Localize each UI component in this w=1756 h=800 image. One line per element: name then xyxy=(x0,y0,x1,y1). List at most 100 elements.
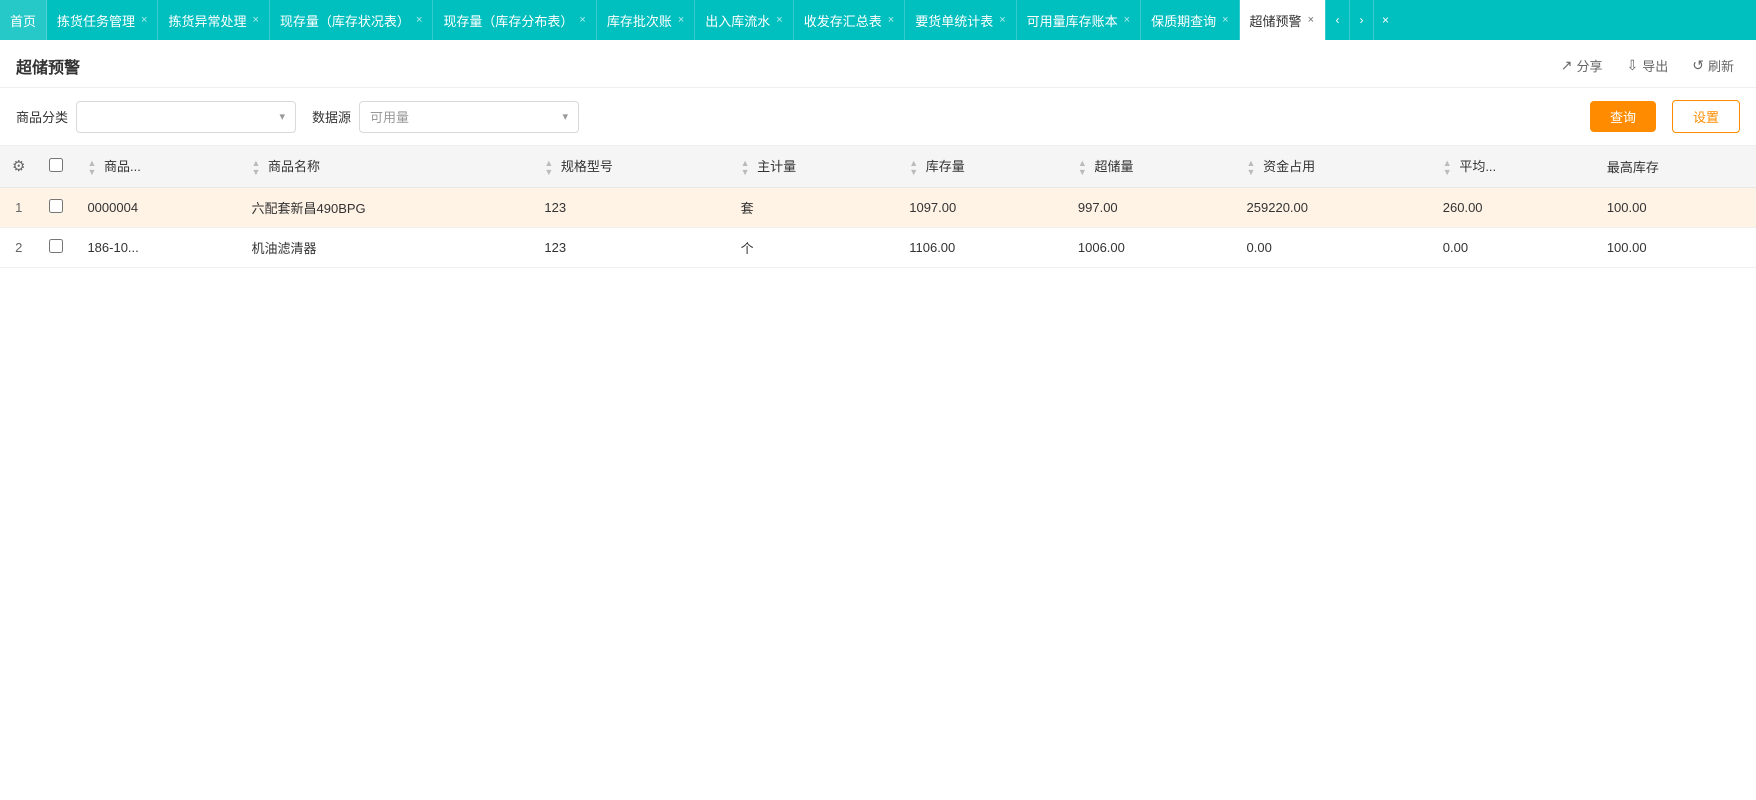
row-capital-1: 0.00 xyxy=(1235,227,1431,267)
nav-tab-8-close[interactable]: × xyxy=(999,14,1005,26)
set-button[interactable]: 设置 xyxy=(1672,100,1740,133)
row-checkbox-0[interactable] xyxy=(49,199,63,213)
nav-tab-home[interactable]: 首页 xyxy=(0,0,47,40)
th-overstock-label: 超储量 xyxy=(1094,159,1133,174)
th-overstock[interactable]: ▲▼ 超储量 xyxy=(1066,146,1235,187)
category-filter-group: 商品分类 ▾ xyxy=(16,101,296,133)
select-all-checkbox[interactable] xyxy=(49,158,63,172)
top-nav: 首页 拣货任务管理 × 拣货异常处理 × 现存量（库存状况表） × 现存量（库存… xyxy=(0,0,1756,40)
nav-tab-5[interactable]: 库存批次账 × xyxy=(597,0,695,40)
nav-tab-4-label: 现存量（库存分布表） xyxy=(443,11,573,30)
nav-tab-3-close[interactable]: × xyxy=(416,14,422,26)
nav-tab-4[interactable]: 现存量（库存分布表） × xyxy=(433,0,596,40)
th-spec[interactable]: ▲▼ 规格型号 xyxy=(532,146,728,187)
nav-prev-arrow[interactable]: ‹ xyxy=(1325,0,1349,40)
nav-tab-6-close[interactable]: × xyxy=(776,14,782,26)
avg-sort-icon: ▲▼ xyxy=(1443,159,1452,177)
nav-tab-home-label: 首页 xyxy=(10,11,36,30)
row-code-0: 0000004 xyxy=(75,187,239,227)
refresh-icon: ↺ xyxy=(1692,57,1704,74)
nav-tab-9-close[interactable]: × xyxy=(1124,14,1130,26)
datasource-select[interactable]: 可用量 ▾ xyxy=(359,101,579,133)
nav-tab-9-label: 可用量库存账本 xyxy=(1027,11,1118,30)
export-button[interactable]: ⇩ 导出 xyxy=(1621,52,1675,79)
nav-tab-11-close[interactable]: × xyxy=(1308,14,1314,26)
th-maxstock-label: 最高库存 xyxy=(1607,160,1659,175)
th-name-label: 商品名称 xyxy=(268,159,320,174)
datasource-filter-group: 数据源 可用量 ▾ xyxy=(312,101,579,133)
column-settings-icon[interactable]: ⚙ xyxy=(12,157,25,175)
row-capital-0: 259220.00 xyxy=(1235,187,1431,227)
th-code[interactable]: ▲▼ 商品... xyxy=(75,146,239,187)
datasource-dropdown-icon: ▾ xyxy=(563,110,569,123)
export-icon: ⇩ xyxy=(1627,57,1639,74)
th-capital-label: 资金占用 xyxy=(1263,159,1315,174)
th-stock-label: 库存量 xyxy=(926,159,965,174)
page-title: 超储预警 xyxy=(16,54,80,78)
th-avg[interactable]: ▲▼ 平均... xyxy=(1431,146,1595,187)
row-maxstock-1: 100.00 xyxy=(1595,227,1756,267)
category-select[interactable]: ▾ xyxy=(76,101,296,133)
row-name-1: 机油滤清器 xyxy=(240,227,533,267)
th-code-label: 商品... xyxy=(104,159,141,174)
nav-next-arrow[interactable]: › xyxy=(1349,0,1373,40)
row-checkbox-cell-0[interactable] xyxy=(37,187,75,227)
th-capital[interactable]: ▲▼ 资金占用 xyxy=(1235,146,1431,187)
capital-sort-icon: ▲▼ xyxy=(1247,159,1256,177)
table-container: ⚙ ▲▼ 商品... ▲▼ 商品名称 ▲▼ 规格型号 xyxy=(0,146,1756,268)
nav-tab-6-label: 出入库流水 xyxy=(705,11,770,30)
nav-tab-7[interactable]: 收发存汇总表 × xyxy=(794,0,905,40)
th-name[interactable]: ▲▼ 商品名称 xyxy=(240,146,533,187)
stock-sort-icon: ▲▼ xyxy=(909,159,918,177)
table-row: 1 0000004 六配套新昌490BPG 123 套 1097.00 997.… xyxy=(0,187,1756,227)
unit-sort-icon: ▲▼ xyxy=(741,159,750,177)
page-header: 超储预警 ↗ 分享 ⇩ 导出 ↺ 刷新 xyxy=(0,40,1756,88)
nav-tab-2[interactable]: 拣货异常处理 × xyxy=(158,0,269,40)
query-button[interactable]: 查询 xyxy=(1590,101,1656,132)
nav-tab-1[interactable]: 拣货任务管理 × xyxy=(47,0,158,40)
th-stock[interactable]: ▲▼ 库存量 xyxy=(897,146,1066,187)
category-label: 商品分类 xyxy=(16,107,68,126)
share-icon: ↗ xyxy=(1561,57,1573,74)
nav-tab-4-close[interactable]: × xyxy=(579,14,585,26)
nav-tab-6[interactable]: 出入库流水 × xyxy=(695,0,793,40)
row-overstock-1: 1006.00 xyxy=(1066,227,1235,267)
nav-tab-10[interactable]: 保质期查询 × xyxy=(1141,0,1239,40)
nav-tab-10-label: 保质期查询 xyxy=(1151,11,1216,30)
share-button[interactable]: ↗ 分享 xyxy=(1555,52,1609,79)
th-avg-label: 平均... xyxy=(1459,159,1496,174)
category-dropdown-icon: ▾ xyxy=(279,110,285,123)
nav-tab-1-label: 拣货任务管理 xyxy=(57,11,135,30)
row-spec-0: 123 xyxy=(532,187,728,227)
nav-tab-11[interactable]: 超储预警 × xyxy=(1240,0,1325,40)
export-label: 导出 xyxy=(1642,56,1668,75)
row-overstock-0: 997.00 xyxy=(1066,187,1235,227)
refresh-button[interactable]: ↺ 刷新 xyxy=(1686,52,1740,79)
row-stock-1: 1106.00 xyxy=(897,227,1066,267)
row-checkbox-1[interactable] xyxy=(49,239,63,253)
nav-tab-1-close[interactable]: × xyxy=(141,14,147,26)
th-spec-label: 规格型号 xyxy=(561,159,613,174)
nav-tab-7-close[interactable]: × xyxy=(888,14,894,26)
nav-tab-10-close[interactable]: × xyxy=(1222,14,1228,26)
row-unit-1: 个 xyxy=(729,227,898,267)
nav-tab-2-close[interactable]: × xyxy=(252,14,258,26)
table-body: 1 0000004 六配套新昌490BPG 123 套 1097.00 997.… xyxy=(0,187,1756,267)
row-stock-0: 1097.00 xyxy=(897,187,1066,227)
row-num-1: 2 xyxy=(0,227,37,267)
nav-tab-5-label: 库存批次账 xyxy=(607,11,672,30)
row-checkbox-cell-1[interactable] xyxy=(37,227,75,267)
main-content: 超储预警 ↗ 分享 ⇩ 导出 ↺ 刷新 商品分类 ▾ 数据源 xyxy=(0,40,1756,800)
nav-tab-9[interactable]: 可用量库存账本 × xyxy=(1017,0,1141,40)
gear-header: ⚙ xyxy=(0,146,37,187)
nav-tab-3-label: 现存量（库存状况表） xyxy=(280,11,410,30)
th-maxstock: 最高库存 xyxy=(1595,146,1756,187)
checkbox-header[interactable] xyxy=(37,146,75,187)
table-row: 2 186-10... 机油滤清器 123 个 1106.00 1006.00 … xyxy=(0,227,1756,267)
nav-more-arrow[interactable]: × xyxy=(1373,0,1397,40)
nav-tab-8[interactable]: 要货单统计表 × xyxy=(905,0,1016,40)
nav-tab-5-close[interactable]: × xyxy=(678,14,684,26)
th-unit[interactable]: ▲▼ 主计量 xyxy=(729,146,898,187)
row-name-0: 六配套新昌490BPG xyxy=(240,187,533,227)
nav-tab-3[interactable]: 现存量（库存状况表） × xyxy=(270,0,433,40)
